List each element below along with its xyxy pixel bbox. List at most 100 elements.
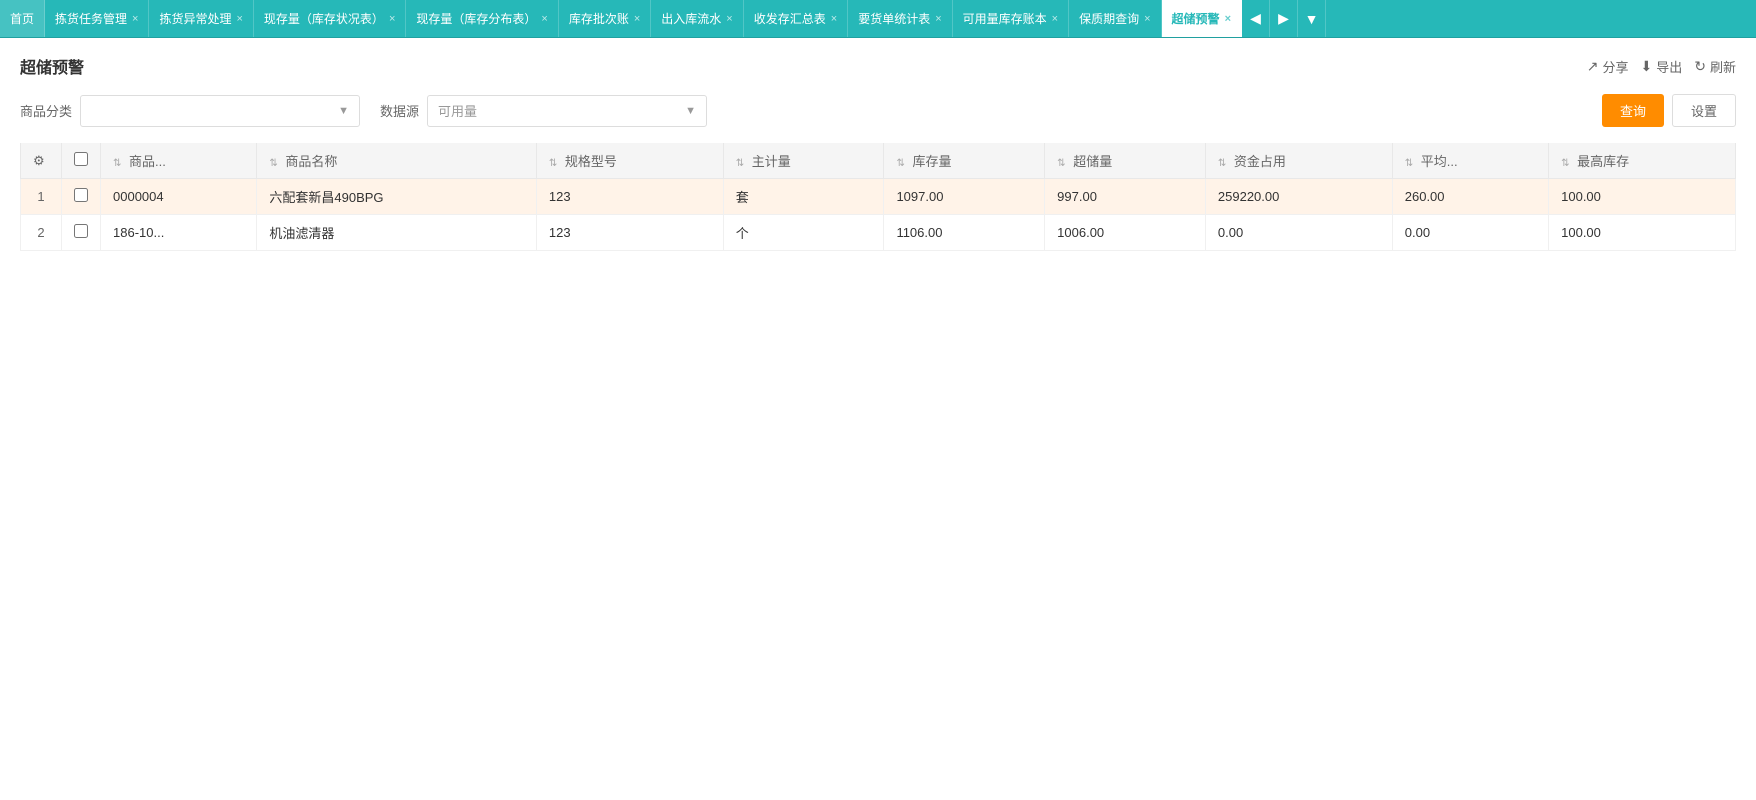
close-icon[interactable]: ×	[831, 13, 837, 25]
cell-spec: 123	[536, 179, 723, 215]
nav-tab-quality[interactable]: 保质期查询 ×	[1069, 0, 1161, 38]
select-all-checkbox[interactable]	[74, 152, 88, 166]
datasource-filter-group: 数据源 可用量 ▼	[380, 95, 707, 127]
th-avg-price[interactable]: ⇅ 平均...	[1392, 143, 1548, 179]
gear-icon[interactable]: ⚙	[33, 153, 49, 169]
cell-spec: 123	[536, 215, 723, 251]
data-table: ⚙ ⇅ 商品... ⇅ 商品名称 ⇅ 规格型号 ⇅	[20, 143, 1736, 251]
close-icon[interactable]: ×	[1144, 13, 1150, 25]
table-row: 1 0000004 六配套新昌490BPG 123 套 1097.00 997.…	[21, 179, 1736, 215]
nav-arrow-right[interactable]: ▶	[1270, 0, 1298, 38]
category-filter-group: 商品分类 ▼	[20, 95, 360, 127]
cell-name: 六配套新昌490BPG	[257, 179, 536, 215]
cell-name: 机油滤清器	[257, 215, 536, 251]
page-header: 超储预警 ↗ 分享 ⬇ 导出 ↻ 刷新	[20, 54, 1736, 78]
page-title: 超储预警	[20, 54, 84, 78]
cell-max-stock: 100.00	[1549, 179, 1736, 215]
close-icon[interactable]: ×	[634, 13, 640, 25]
cell-unit: 个	[723, 215, 884, 251]
sort-icon: ⇅	[113, 158, 121, 169]
sort-icon: ⇅	[1218, 158, 1226, 169]
category-select[interactable]: ▼	[80, 95, 360, 127]
cell-capital: 0.00	[1205, 215, 1392, 251]
th-checkbox	[62, 143, 101, 179]
row-checkbox[interactable]	[74, 188, 88, 202]
share-button[interactable]: ↗ 分享	[1587, 57, 1629, 76]
category-label: 商品分类	[20, 101, 72, 120]
th-unit[interactable]: ⇅ 主计量	[723, 143, 884, 179]
row-checkbox-cell	[62, 179, 101, 215]
cell-code: 186-10...	[101, 215, 257, 251]
sort-icon: ⇅	[896, 158, 904, 169]
th-settings: ⚙	[21, 143, 62, 179]
row-num: 1	[21, 179, 62, 215]
close-icon[interactable]: ×	[726, 13, 732, 25]
nav-arrow-more[interactable]: ▼	[1298, 0, 1326, 38]
row-checkbox-cell	[62, 215, 101, 251]
export-icon: ⬇	[1641, 58, 1653, 75]
sort-icon: ⇅	[269, 158, 277, 169]
th-max-stock[interactable]: ⇅ 最高库存	[1549, 143, 1736, 179]
sort-icon: ⇅	[1057, 158, 1065, 169]
datasource-select[interactable]: 可用量 ▼	[427, 95, 707, 127]
cell-max-stock: 100.00	[1549, 215, 1736, 251]
sort-icon: ⇅	[1405, 158, 1413, 169]
refresh-button[interactable]: ↻ 刷新	[1694, 57, 1736, 76]
cell-capital: 259220.00	[1205, 179, 1392, 215]
nav-tab-stock-dist[interactable]: 现存量（库存分布表） ×	[406, 0, 558, 38]
cell-unit: 套	[723, 179, 884, 215]
row-checkbox[interactable]	[74, 224, 88, 238]
chevron-down-icon: ▼	[685, 105, 696, 117]
close-icon[interactable]: ×	[132, 13, 138, 25]
cell-overstock: 997.00	[1045, 179, 1206, 215]
header-actions: ↗ 分享 ⬇ 导出 ↻ 刷新	[1587, 57, 1736, 76]
close-icon[interactable]: ×	[389, 13, 395, 25]
datasource-label: 数据源	[380, 101, 419, 120]
cell-stock: 1106.00	[884, 215, 1045, 251]
sort-icon: ⇅	[549, 158, 557, 169]
nav-arrow-left[interactable]: ◀	[1242, 0, 1270, 38]
th-spec[interactable]: ⇅ 规格型号	[536, 143, 723, 179]
nav-tab-flow[interactable]: 出入库流水 ×	[651, 0, 743, 38]
nav-tab-exception[interactable]: 拣货异常处理 ×	[149, 0, 253, 38]
th-stock[interactable]: ⇅ 库存量	[884, 143, 1045, 179]
th-name[interactable]: ⇅ 商品名称	[257, 143, 536, 179]
refresh-icon: ↻	[1694, 58, 1706, 75]
close-icon[interactable]: ×	[236, 13, 242, 25]
nav-tab-available[interactable]: 可用量库存账本 ×	[953, 0, 1069, 38]
nav-tab-batch[interactable]: 库存批次账 ×	[559, 0, 651, 38]
nav-tab-demand[interactable]: 要货单统计表 ×	[848, 0, 952, 38]
filter-buttons: 查询 设置	[1602, 94, 1736, 127]
cell-overstock: 1006.00	[1045, 215, 1206, 251]
nav-tab-overstock[interactable]: 超储预警 ×	[1162, 0, 1242, 38]
close-icon[interactable]: ×	[541, 13, 547, 25]
cell-avg-price: 0.00	[1392, 215, 1548, 251]
table-header-row: ⚙ ⇅ 商品... ⇅ 商品名称 ⇅ 规格型号 ⇅	[21, 143, 1736, 179]
th-capital[interactable]: ⇅ 资金占用	[1205, 143, 1392, 179]
share-icon: ↗	[1587, 58, 1599, 75]
query-button[interactable]: 查询	[1602, 94, 1664, 127]
nav-tab-home[interactable]: 首页	[0, 0, 45, 38]
nav-tab-stock-status[interactable]: 现存量（库存状况表） ×	[254, 0, 406, 38]
page-content: 超储预警 ↗ 分享 ⬇ 导出 ↻ 刷新 商品分类 ▼ 数据源	[0, 38, 1756, 800]
th-code[interactable]: ⇅ 商品...	[101, 143, 257, 179]
cell-avg-price: 260.00	[1392, 179, 1548, 215]
chevron-down-icon: ▼	[338, 105, 349, 117]
close-icon[interactable]: ×	[935, 13, 941, 25]
th-overstock[interactable]: ⇅ 超储量	[1045, 143, 1206, 179]
export-button[interactable]: ⬇ 导出	[1641, 57, 1683, 76]
cell-code: 0000004	[101, 179, 257, 215]
nav-tab-task[interactable]: 拣货任务管理 ×	[45, 0, 149, 38]
sort-icon: ⇅	[1561, 158, 1569, 169]
nav-tab-summary[interactable]: 收发存汇总表 ×	[744, 0, 848, 38]
top-nav: 首页 拣货任务管理 × 拣货异常处理 × 现存量（库存状况表） × 现存量（库存…	[0, 0, 1756, 38]
close-icon[interactable]: ×	[1225, 13, 1231, 25]
filter-area: 商品分类 ▼ 数据源 可用量 ▼ 查询 设置	[20, 94, 1736, 127]
setting-button[interactable]: 设置	[1672, 94, 1736, 127]
sort-icon: ⇅	[736, 158, 744, 169]
close-icon[interactable]: ×	[1052, 13, 1058, 25]
cell-stock: 1097.00	[884, 179, 1045, 215]
row-num: 2	[21, 215, 62, 251]
datasource-select-text: 可用量	[438, 101, 477, 120]
table-row: 2 186-10... 机油滤清器 123 个 1106.00 1006.00 …	[21, 215, 1736, 251]
